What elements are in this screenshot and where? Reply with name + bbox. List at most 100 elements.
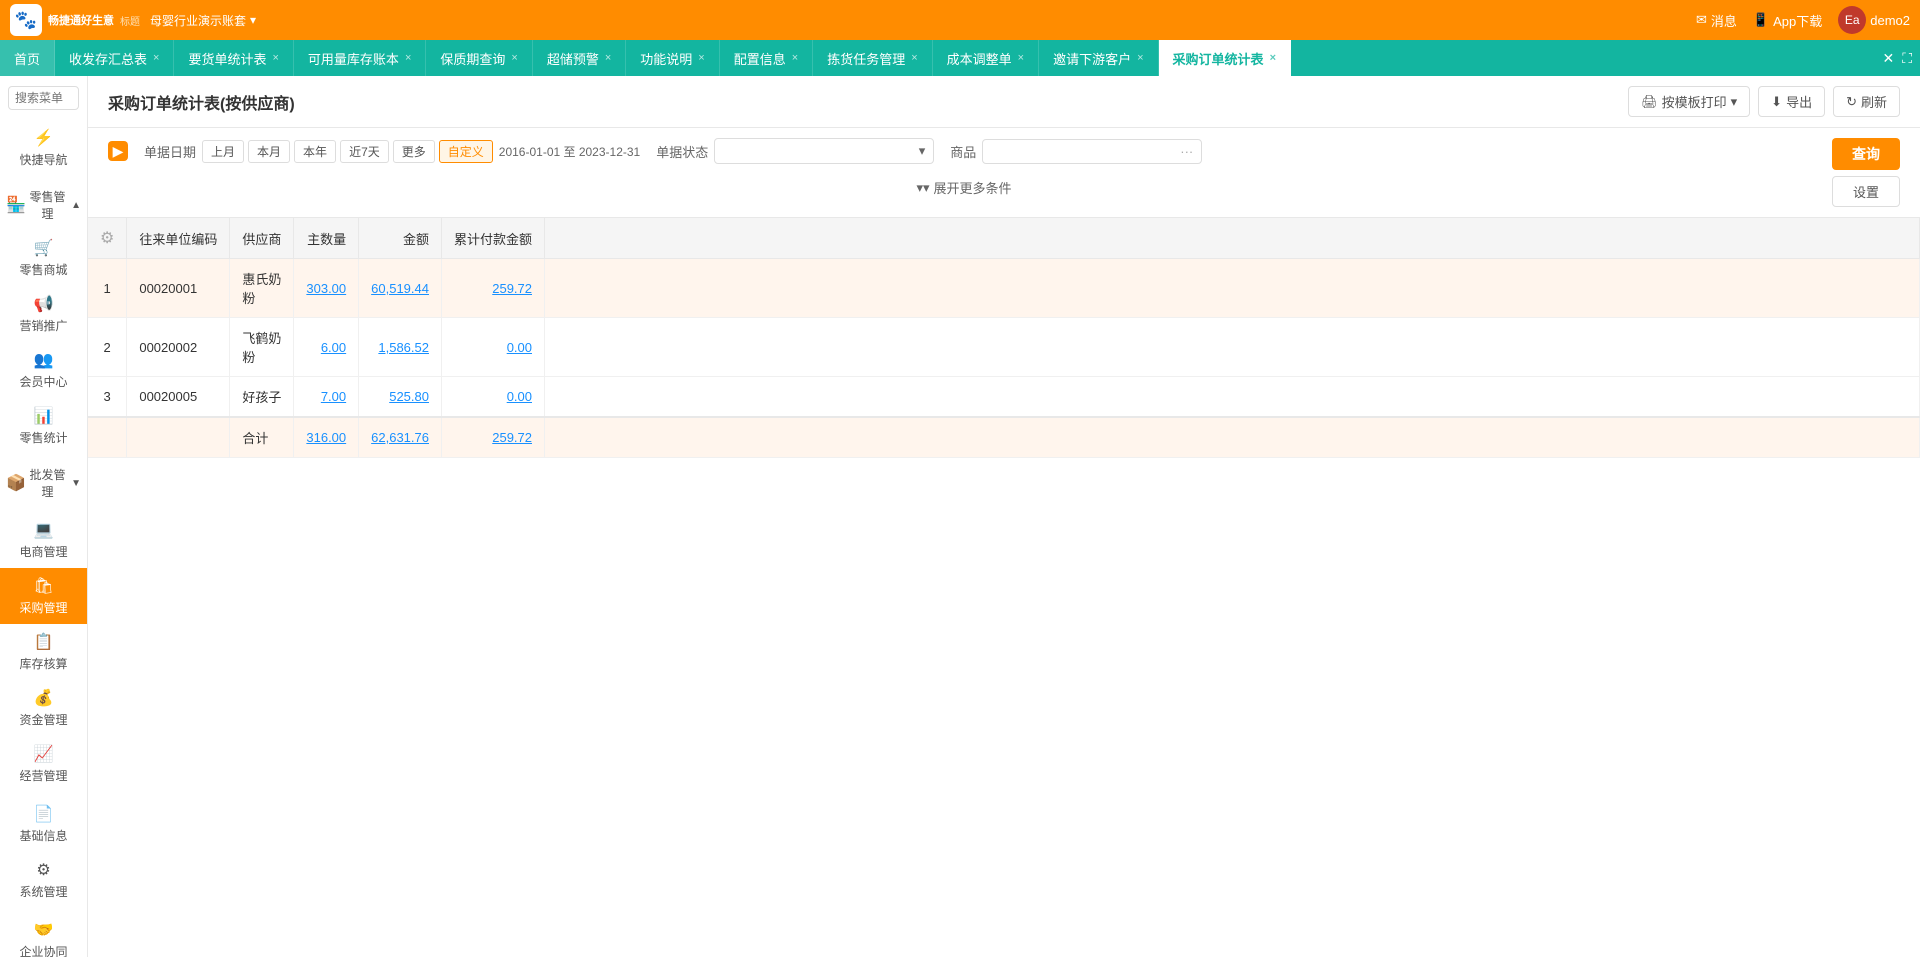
table-row: 2 00020002 飞鹤奶粉 6.00 1,586.52 0.00 bbox=[88, 318, 1920, 377]
settings-button[interactable]: 设置 bbox=[1832, 176, 1900, 207]
filter-row-1: ▶ 单据日期 上月 本月 本年 近7天 更多 自定义 bbox=[108, 138, 1820, 164]
basic-icon: 📄 bbox=[34, 804, 54, 824]
tab-paihuo[interactable]: 拣货任务管理 × bbox=[813, 40, 932, 76]
message-button[interactable]: ✉ 消息 bbox=[1696, 11, 1737, 30]
sidebar-item-wholesale[interactable]: 📦 批发管理 ▼ bbox=[0, 458, 87, 508]
tab-chaochu[interactable]: 超储预警 × bbox=[533, 40, 626, 76]
export-button[interactable]: ⬇ 导出 bbox=[1758, 86, 1825, 117]
col-paid-header: 累计付款金额 bbox=[441, 218, 544, 259]
sidebar-item-corp[interactable]: 🤝 企业协同 bbox=[0, 912, 87, 957]
col-supplier-header: 供应商 bbox=[230, 218, 294, 259]
table-header: ⚙ 往来单位编码 供应商 主数量 金额 bbox=[88, 218, 1920, 259]
tab-gongneng[interactable]: 功能说明 × bbox=[626, 40, 719, 76]
col-settings-header[interactable]: ⚙ bbox=[88, 218, 127, 259]
workspace-selector[interactable]: 母婴行业演示账套 ▾ bbox=[150, 12, 256, 29]
nav-tab-actions: ✕ ⛶ bbox=[1882, 50, 1920, 67]
row1-qty[interactable]: 303.00 bbox=[294, 259, 359, 318]
sidebar-item-label-wholesale: 批发管理 bbox=[29, 466, 66, 500]
sidebar-item-operation[interactable]: 📈 经营管理 bbox=[0, 736, 87, 792]
wholesale-arrow-icon: ▼ bbox=[71, 478, 81, 489]
goods-input[interactable]: ··· bbox=[982, 139, 1202, 164]
expand-down-icon: ▾▾ bbox=[916, 180, 929, 196]
date-this-month-button[interactable]: 本月 bbox=[248, 140, 290, 163]
sidebar-item-retail[interactable]: 🏪 零售管理 ▲ bbox=[0, 180, 87, 230]
row3-amount[interactable]: 525.80 bbox=[359, 377, 442, 418]
row2-code: 00020002 bbox=[127, 318, 230, 377]
row2-paid[interactable]: 0.00 bbox=[441, 318, 544, 377]
sidebar-item-quick[interactable]: ⚡ 快捷导航 bbox=[0, 120, 87, 176]
sidebar-item-system[interactable]: ⚙ 系统管理 bbox=[0, 852, 87, 908]
tab-baozhiqi[interactable]: 保质期查询 × bbox=[426, 40, 532, 76]
date-custom-badge[interactable]: 自定义 bbox=[439, 140, 493, 163]
app-download-button[interactable]: 📱 App下载 bbox=[1753, 11, 1822, 30]
close-all-tabs-icon[interactable]: ✕ bbox=[1882, 50, 1894, 67]
footer-empty2 bbox=[127, 417, 230, 458]
tab-chengben[interactable]: 成本调整单 × bbox=[933, 40, 1039, 76]
row1-amount[interactable]: 60,519.44 bbox=[359, 259, 442, 318]
expand-more-button[interactable]: ▾▾ 展开更多条件 bbox=[916, 172, 1011, 197]
sidebar-item-member[interactable]: 👥 会员中心 bbox=[0, 342, 87, 398]
row3-paid[interactable]: 0.00 bbox=[441, 377, 544, 418]
close-tab-baozhiqi[interactable]: × bbox=[511, 52, 517, 64]
row3-qty[interactable]: 7.00 bbox=[294, 377, 359, 418]
sidebar-item-inventory[interactable]: 📋 库存核算 bbox=[0, 624, 87, 680]
close-tab-gongneng[interactable]: × bbox=[698, 52, 704, 64]
sidebar-item-retail-stat[interactable]: 📊 零售统计 bbox=[0, 398, 87, 454]
expand-row: ▾▾ 展开更多条件 bbox=[108, 172, 1820, 197]
maximize-icon[interactable]: ⛶ bbox=[1902, 50, 1912, 67]
column-settings-icon[interactable]: ⚙ bbox=[100, 230, 114, 247]
close-tab-shoufa[interactable]: × bbox=[153, 52, 159, 64]
inventory-icon: 📋 bbox=[34, 632, 54, 652]
tab-peizhi[interactable]: 配置信息 × bbox=[720, 40, 813, 76]
member-icon: 👥 bbox=[34, 350, 54, 370]
close-tab-chengben[interactable]: × bbox=[1018, 52, 1024, 64]
date-7days-button[interactable]: 近7天 bbox=[340, 140, 389, 163]
tab-yaohuodan[interactable]: 要货单统计表 × bbox=[174, 40, 293, 76]
col-qty-header: 主数量 bbox=[294, 218, 359, 259]
goods-filter-group: 商品 ··· bbox=[950, 139, 1202, 164]
date-shortcuts: 上月 本月 本年 近7天 更多 自定义 bbox=[202, 140, 493, 163]
close-tab-caigou[interactable]: × bbox=[1270, 52, 1276, 64]
status-select[interactable]: ▾ bbox=[714, 138, 934, 164]
refresh-button[interactable]: ↻ 刷新 bbox=[1833, 86, 1900, 117]
row2-qty[interactable]: 6.00 bbox=[294, 318, 359, 377]
row1-paid[interactable]: 259.72 bbox=[441, 259, 544, 318]
template-print-button[interactable]: 🖨 按模板打印 ▾ bbox=[1628, 86, 1750, 117]
sidebar-search-area bbox=[0, 76, 87, 120]
date-more-button[interactable]: 更多 bbox=[393, 140, 435, 163]
sidebar-item-retail-shop[interactable]: 🛒 零售商城 bbox=[0, 230, 87, 286]
filter-toggle-button[interactable]: ▶ bbox=[108, 141, 128, 161]
sidebar-item-marketing[interactable]: 📢 营销推广 bbox=[0, 286, 87, 342]
query-button[interactable]: 查询 bbox=[1832, 138, 1900, 170]
tab-caigou[interactable]: 采购订单统计表 × bbox=[1159, 40, 1291, 76]
row2-amount[interactable]: 1,586.52 bbox=[359, 318, 442, 377]
search-input[interactable] bbox=[8, 86, 79, 110]
date-filter-group: 单据日期 上月 本月 本年 近7天 更多 自定义 2016-01-01 至 20… bbox=[144, 140, 640, 163]
date-this-year-button[interactable]: 本年 bbox=[294, 140, 336, 163]
tab-yaoqing[interactable]: 邀请下游客户 × bbox=[1039, 40, 1158, 76]
sidebar-item-purchase[interactable]: 🛍 采购管理 bbox=[0, 568, 87, 624]
page-header: 采购订单统计表(按供应商) 🖨 按模板打印 ▾ ⬇ 导出 ↻ 刷新 bbox=[88, 76, 1920, 128]
close-tab-keyong[interactable]: × bbox=[405, 52, 411, 64]
close-tab-yaohuodan[interactable]: × bbox=[272, 52, 278, 64]
tab-shoufa[interactable]: 收发存汇总表 × bbox=[55, 40, 174, 76]
tab-keyong[interactable]: 可用量库存账本 × bbox=[294, 40, 426, 76]
close-tab-chaochu[interactable]: × bbox=[605, 52, 611, 64]
sidebar-item-basic[interactable]: 📄 基础信息 bbox=[0, 796, 87, 852]
retail-icon: 🏪 bbox=[6, 195, 26, 215]
close-tab-paihuo[interactable]: × bbox=[911, 52, 917, 64]
sidebar-item-finance[interactable]: 💰 资金管理 bbox=[0, 680, 87, 736]
sidebar-item-label-retail: 零售管理 bbox=[29, 188, 66, 222]
top-bar-right: ✉ 消息 📱 App下载 Ea demo2 bbox=[1696, 6, 1910, 34]
sidebar-item-ecommerce[interactable]: 💻 电商管理 bbox=[0, 512, 87, 568]
close-tab-yaoqing[interactable]: × bbox=[1137, 52, 1143, 64]
avatar-image: Ea bbox=[1838, 6, 1866, 34]
close-tab-peizhi[interactable]: × bbox=[792, 52, 798, 64]
user-avatar[interactable]: Ea demo2 bbox=[1838, 6, 1910, 34]
tab-home[interactable]: 首页 bbox=[0, 40, 55, 76]
content-area: 采购订单统计表(按供应商) 🖨 按模板打印 ▾ ⬇ 导出 ↻ 刷新 bbox=[88, 76, 1920, 957]
date-last-month-button[interactable]: 上月 bbox=[202, 140, 244, 163]
message-label: 消息 bbox=[1711, 11, 1737, 30]
logo-text: 畅捷通好生意 bbox=[48, 12, 114, 28]
date-label: 单据日期 bbox=[144, 142, 196, 161]
